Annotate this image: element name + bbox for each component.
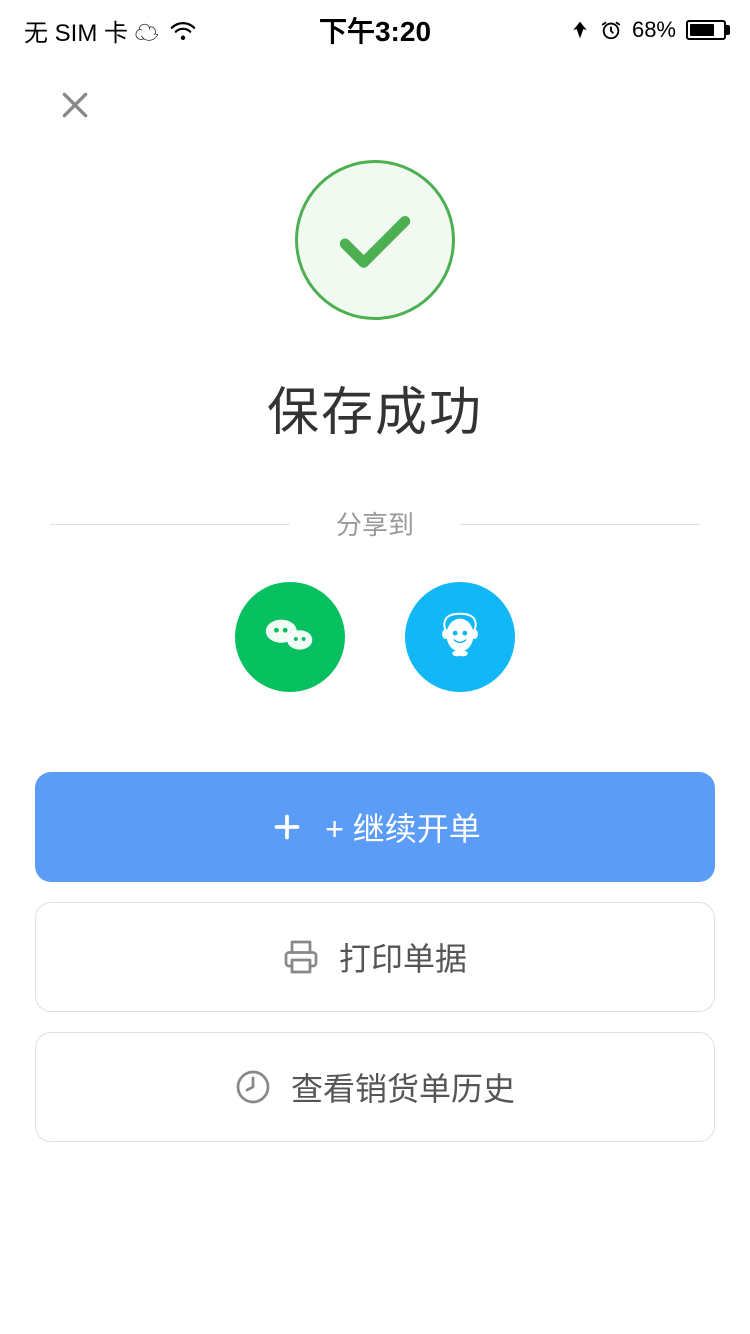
print-label: 打印单据: [339, 934, 467, 980]
status-right: 68%: [570, 17, 726, 43]
close-button[interactable]: [50, 80, 100, 130]
alarm-icon: [600, 19, 622, 41]
plus-icon: [269, 809, 305, 845]
share-label: 分享到: [316, 505, 434, 542]
sim-status: 无 SIM 卡 ☁: [24, 13, 159, 48]
continue-button[interactable]: + 继续开单: [35, 772, 715, 882]
share-icons: [235, 582, 515, 692]
success-title: 保存成功: [267, 370, 483, 445]
battery-text: 68%: [632, 17, 676, 43]
action-buttons: + 继续开单 打印单据 查看销货单历史: [35, 772, 715, 1142]
wechat-share-button[interactable]: [235, 582, 345, 692]
print-button[interactable]: 打印单据: [35, 902, 715, 1012]
printer-icon: [283, 939, 319, 975]
history-label: 查看销货单历史: [291, 1064, 515, 1110]
qq-icon: [429, 606, 491, 668]
qq-share-button[interactable]: [405, 582, 515, 692]
share-section: 分享到: [0, 505, 750, 692]
location-icon: [570, 20, 590, 40]
status-time: 下午3:20: [319, 10, 431, 50]
battery-icon: [686, 20, 726, 40]
wechat-icon: [259, 606, 321, 668]
main-content: 保存成功 分享到: [0, 60, 750, 1142]
success-icon-circle: [295, 160, 455, 320]
status-left: 无 SIM 卡 ☁: [24, 13, 197, 48]
status-bar: 无 SIM 卡 ☁ 下午3:20 68%: [0, 0, 750, 60]
checkmark-icon: [330, 195, 420, 285]
share-divider: 分享到: [0, 505, 750, 542]
history-button[interactable]: 查看销货单历史: [35, 1032, 715, 1142]
continue-label: + 继续开单: [325, 804, 481, 850]
wifi-icon: [169, 20, 197, 40]
history-icon: [235, 1069, 271, 1105]
